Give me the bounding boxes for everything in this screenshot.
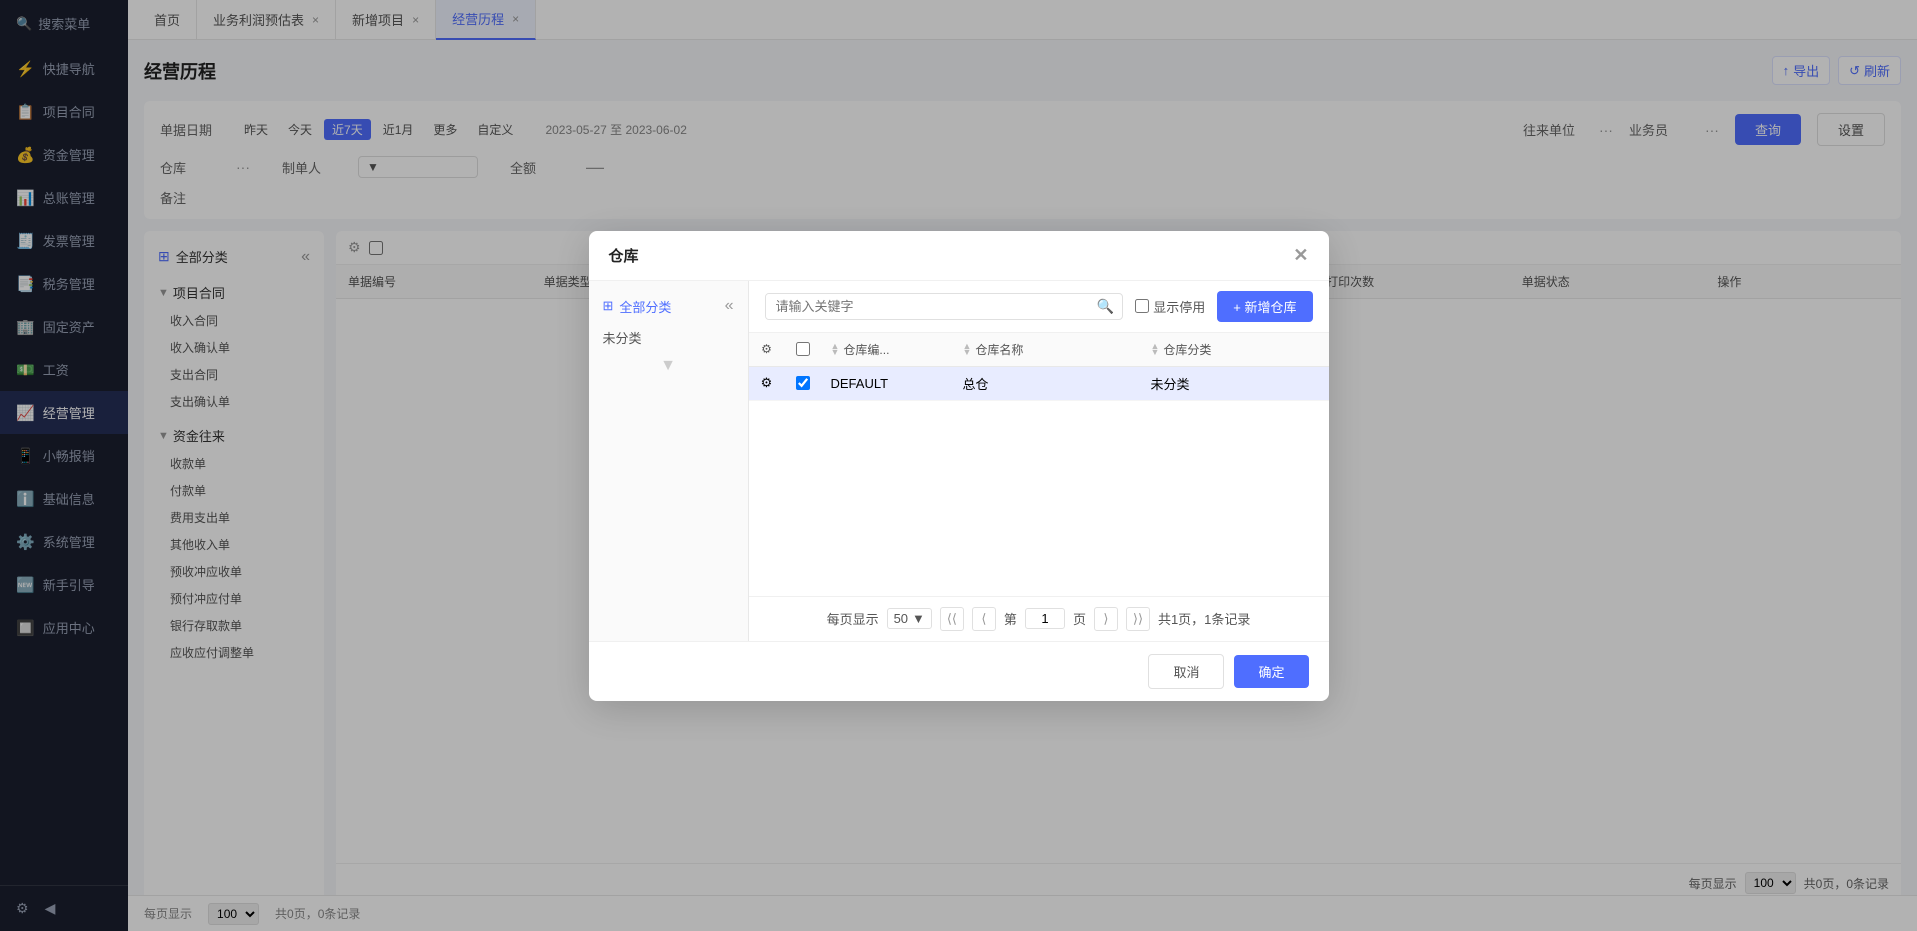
- dialog-search-icon: 🔍: [1089, 298, 1122, 315]
- dialog-pagination: 每页显示 50 ▼ ⟨⟨ ⟨ 第 页 ⟩ ⟩⟩ 共1页，1条记录: [749, 596, 1329, 641]
- row-name: 总仓: [953, 367, 1141, 400]
- dialog-sidebar: ⊞ 全部分类 « 未分类 ▼: [589, 281, 749, 641]
- dialog-main: 🔍 显示停用 + 新增仓库 ⚙ ▲▼ 仓库编...: [749, 281, 1329, 641]
- dialog-close-button[interactable]: ✕: [1293, 245, 1308, 266]
- dialog-body: ⊞ 全部分类 « 未分类 ▼ 🔍: [589, 281, 1329, 641]
- show-disabled-label[interactable]: 显示停用: [1135, 297, 1205, 316]
- dialog-sidebar-items: 未分类: [589, 322, 748, 353]
- dialog-page-input[interactable]: [1025, 608, 1065, 629]
- dialog-title: 仓库: [609, 245, 639, 266]
- confirm-button[interactable]: 确定: [1234, 655, 1308, 688]
- dialog-sidebar-collapse[interactable]: «: [725, 297, 734, 315]
- show-disabled-checkbox[interactable]: [1135, 299, 1149, 313]
- dialog-actions: 取消 确定: [589, 641, 1329, 701]
- dialog-table-row[interactable]: ⚙ DEFAULT 总仓 未分类: [749, 367, 1329, 401]
- row-checkbox-cell[interactable]: [785, 369, 821, 397]
- dialog-sidebar-item-unclassified[interactable]: 未分类: [589, 322, 748, 353]
- dialog-page-info: 共1页，1条记录: [1158, 609, 1250, 628]
- row-id: DEFAULT: [821, 369, 953, 398]
- dialog-prev-page-btn[interactable]: ⟨: [972, 607, 996, 631]
- dialog-th-id: ▲▼ 仓库编...: [821, 333, 953, 366]
- row-settings-icon: ⚙: [749, 368, 785, 398]
- modal-overlay: 仓库 ✕ ⊞ 全部分类 « 未分类 ▼: [0, 0, 1917, 931]
- dialog-search-input[interactable]: [766, 294, 1089, 319]
- row-category: 未分类: [1141, 367, 1329, 400]
- dialog-page-size-dropdown[interactable]: 50 ▼: [887, 608, 932, 629]
- dialog-toolbar: 🔍 显示停用 + 新增仓库: [749, 281, 1329, 333]
- cancel-button[interactable]: 取消: [1148, 654, 1224, 689]
- dialog-table-header: ⚙ ▲▼ 仓库编... ▲▼ 仓库名称 ▲▼ 仓库分类: [749, 333, 1329, 367]
- dialog-th-check: [785, 333, 821, 366]
- dialog-th-name: ▲▼ 仓库名称: [953, 333, 1141, 366]
- dialog-first-page-btn[interactable]: ⟨⟨: [940, 607, 964, 631]
- dialog-grid-icon: ⊞: [603, 298, 614, 314]
- dialog-last-page-btn[interactable]: ⟩⟩: [1126, 607, 1150, 631]
- warehouse-dialog: 仓库 ✕ ⊞ 全部分类 « 未分类 ▼: [589, 231, 1329, 701]
- dialog-table-body: ⚙ DEFAULT 总仓 未分类: [749, 367, 1329, 596]
- dialog-sidebar-title: 全部分类: [619, 297, 671, 316]
- row-checkbox[interactable]: [796, 376, 810, 390]
- dialog-search-box: 🔍: [765, 293, 1124, 320]
- dialog-th-category: ▲▼ 仓库分类: [1141, 333, 1329, 366]
- add-warehouse-button[interactable]: + 新增仓库: [1217, 291, 1312, 322]
- dialog-next-page-btn[interactable]: ⟩: [1094, 607, 1118, 631]
- dialog-header: 仓库 ✕: [589, 231, 1329, 281]
- dialog-th-settings: ⚙: [749, 333, 785, 366]
- dialog-sidebar-header: ⊞ 全部分类 «: [589, 291, 748, 322]
- dialog-sidebar-scroll: ▼: [589, 353, 748, 379]
- dialog-per-page-label: 每页显示: [827, 609, 879, 628]
- dialog-select-all[interactable]: [796, 342, 810, 356]
